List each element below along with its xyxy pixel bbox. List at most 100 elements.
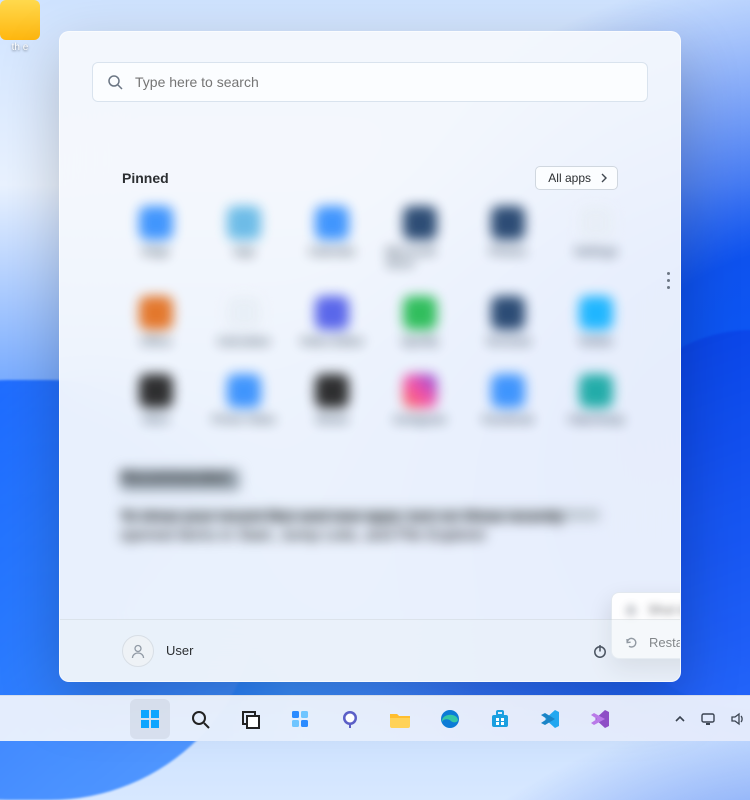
- pinned-app[interactable]: App: [210, 200, 278, 270]
- app-icon: [491, 206, 525, 240]
- app-label: Clipchamp: [568, 414, 624, 426]
- app-icon: [579, 296, 613, 330]
- pinned-app[interactable]: Twitter: [562, 290, 630, 348]
- app-icon: [579, 206, 613, 240]
- pinned-apps-grid: Edge App Calendar Microsoft Store Photos Sett…: [122, 200, 630, 446]
- app-label: Xbox: [143, 414, 170, 426]
- app-icon: [139, 206, 173, 240]
- power-option-label: Shut down: [648, 602, 681, 617]
- chevron-right-icon: [599, 173, 609, 183]
- pinned-app[interactable]: Instagram: [386, 368, 454, 426]
- pinned-app[interactable]: Video Editor: [298, 290, 366, 348]
- app-icon: [315, 206, 349, 240]
- power-icon: [624, 603, 638, 617]
- taskbar-file-explorer-button[interactable]: [380, 699, 420, 739]
- all-apps-label: All apps: [548, 171, 591, 185]
- app-icon: [491, 374, 525, 408]
- pinned-app[interactable]: Calendar: [298, 200, 366, 270]
- taskbar-vscode-button[interactable]: [530, 699, 570, 739]
- user-button[interactable]: User: [122, 635, 193, 667]
- tray-network-button[interactable]: [700, 712, 716, 726]
- pinned-app[interactable]: Microsoft Store: [386, 200, 454, 270]
- app-label: Twitter: [578, 336, 613, 348]
- app-icon: [139, 296, 173, 330]
- app-label: Steam: [315, 414, 348, 426]
- pagination-dots[interactable]: [667, 272, 670, 289]
- power-icon: [591, 642, 609, 660]
- pinned-app[interactable]: Calculator: [210, 290, 278, 348]
- recommended-hint: To show your recent files and new apps, …: [120, 509, 600, 521]
- folder-icon: [388, 708, 412, 730]
- app-label: Facebook: [482, 414, 533, 426]
- start-footer: User: [60, 619, 680, 681]
- chevron-up-icon: [674, 713, 686, 725]
- shortcut-label: th e: [0, 42, 48, 54]
- app-icon: [139, 374, 173, 408]
- tray-volume-button[interactable]: [730, 712, 746, 726]
- app-label: Spotify: [401, 336, 438, 348]
- taskbar-edge-button[interactable]: [430, 699, 470, 739]
- pinned-app[interactable]: Clipchamp: [562, 368, 630, 426]
- taskbar: [0, 695, 750, 741]
- app-label: Photos: [489, 246, 526, 258]
- app-icon: [315, 296, 349, 330]
- pinned-app[interactable]: Xbox: [122, 368, 190, 426]
- start-menu: Pinned All apps Edge App Calendar Microsoft…: [59, 31, 681, 682]
- app-icon: [403, 374, 437, 408]
- search-input[interactable]: [135, 74, 633, 90]
- volume-icon: [730, 712, 746, 726]
- all-apps-button[interactable]: All apps: [535, 166, 618, 190]
- pinned-app[interactable]: Edge: [122, 200, 190, 270]
- pinned-app[interactable]: Settings: [562, 200, 630, 270]
- app-label: Edge: [143, 246, 170, 258]
- shortcut-tile: [0, 0, 40, 40]
- taskbar-tray: [674, 712, 746, 726]
- widgets-icon: [289, 708, 311, 730]
- taskbar-search-button[interactable]: [180, 699, 220, 739]
- store-icon: [489, 708, 511, 730]
- taskbar-center: [130, 699, 620, 739]
- app-icon: [227, 206, 261, 240]
- desktop-shortcut[interactable]: th e: [0, 0, 48, 54]
- tray-overflow-button[interactable]: [674, 713, 686, 725]
- app-label: Calendar: [308, 246, 355, 258]
- pinned-title: Pinned: [122, 170, 169, 186]
- taskbar-task-view-button[interactable]: [230, 699, 270, 739]
- taskbar-store-button[interactable]: [480, 699, 520, 739]
- taskbar-widgets-button[interactable]: [280, 699, 320, 739]
- taskbar-chat-button[interactable]: [330, 699, 370, 739]
- taskbar-visual-studio-button[interactable]: [580, 699, 620, 739]
- wifi-icon: [700, 712, 716, 726]
- recommended-section: Recommended To show your recent files an…: [120, 469, 620, 521]
- taskbar-start-button[interactable]: [130, 699, 170, 739]
- app-icon: [227, 374, 261, 408]
- app-icon: [403, 296, 437, 330]
- power-button[interactable]: [582, 633, 618, 669]
- edge-icon: [439, 708, 461, 730]
- pinned-app[interactable]: Prime Video: [210, 368, 278, 426]
- username-label: User: [166, 643, 193, 658]
- search-box[interactable]: [92, 62, 648, 102]
- pinned-app[interactable]: Spotify: [386, 290, 454, 348]
- recommended-title: Recommended: [120, 469, 240, 491]
- app-label: Settings: [574, 246, 617, 258]
- task-view-icon: [239, 708, 261, 730]
- search-icon: [107, 74, 123, 90]
- app-label: Microsoft Store: [386, 246, 454, 270]
- pinned-app[interactable]: Facebook: [474, 368, 542, 426]
- app-label: Office: [140, 336, 171, 348]
- chat-icon: [339, 708, 361, 730]
- pinned-app[interactable]: Steam: [298, 368, 366, 426]
- app-icon: [403, 206, 437, 240]
- windows-icon: [139, 708, 161, 730]
- pinned-app[interactable]: Office: [122, 290, 190, 348]
- app-label: Prime Video: [212, 414, 275, 426]
- app-icon: [315, 374, 349, 408]
- pinned-app[interactable]: Terminal: [474, 290, 542, 348]
- app-icon: [491, 296, 525, 330]
- app-icon: [227, 296, 261, 330]
- avatar: [122, 635, 154, 667]
- search-icon: [189, 708, 211, 730]
- app-label: Terminal: [485, 336, 530, 348]
- pinned-app[interactable]: Photos: [474, 200, 542, 270]
